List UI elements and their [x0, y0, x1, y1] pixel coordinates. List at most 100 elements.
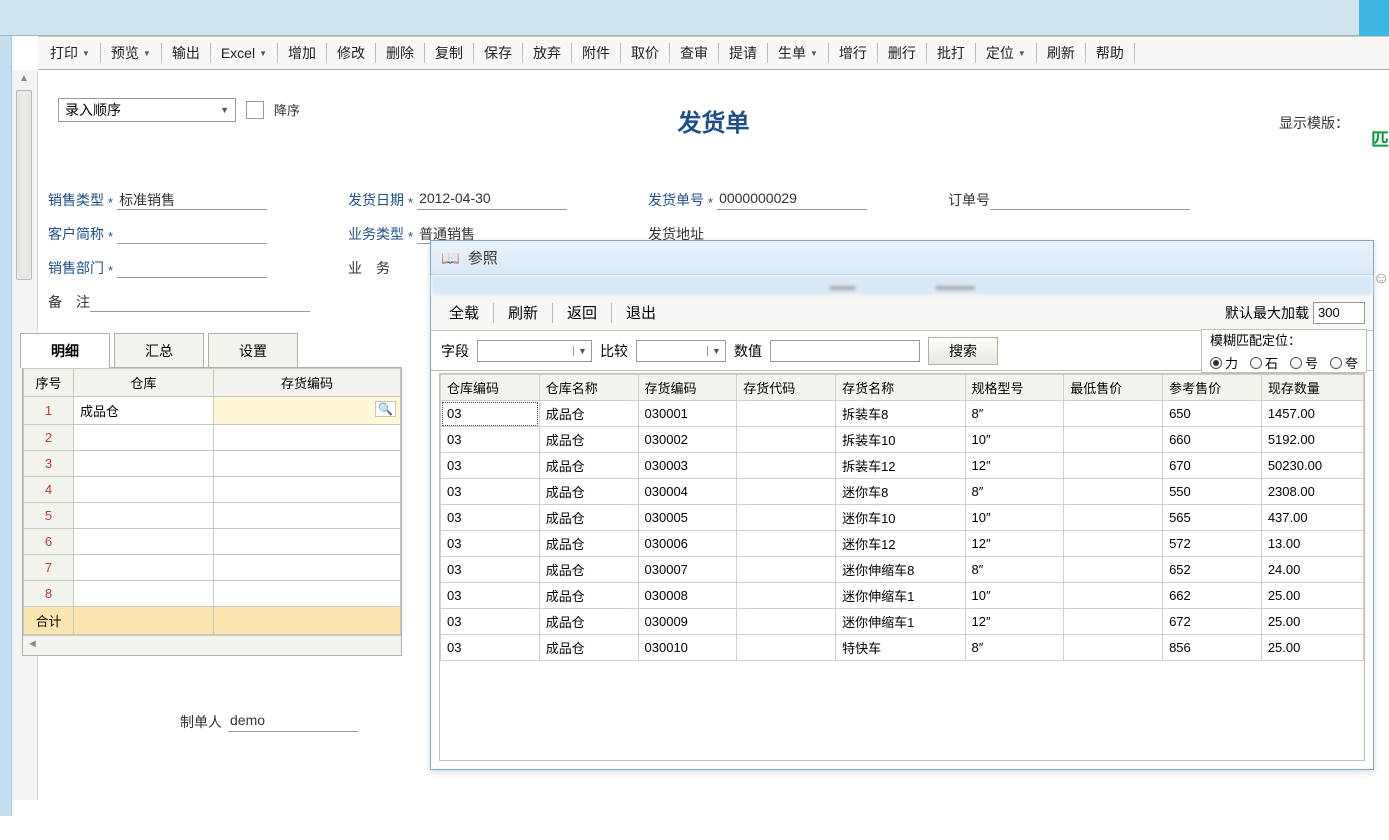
ref-cell[interactable]: 成品仓	[539, 453, 638, 479]
ref-cell[interactable]: 特快车	[836, 635, 965, 661]
ref-cell[interactable]: 572	[1163, 531, 1262, 557]
sale-dept-field[interactable]	[117, 258, 267, 278]
maker-field[interactable]: demo	[228, 712, 358, 732]
toolbar-生单[interactable]: 生单▼	[771, 38, 825, 68]
remark-field[interactable]	[90, 292, 310, 312]
ref-cell[interactable]: 550	[1163, 479, 1262, 505]
ref-cell[interactable]: 030002	[638, 427, 737, 453]
ref-cell[interactable]: 03	[441, 453, 540, 479]
match-radio-3[interactable]: 夸	[1330, 353, 1358, 372]
toolbar-刷新[interactable]: 刷新	[1040, 38, 1082, 68]
ref-cell[interactable]: 迷你车10	[836, 505, 965, 531]
ref-cell[interactable]: 迷你伸缩车1	[836, 583, 965, 609]
ref-cell[interactable]: 迷你伸缩车8	[836, 557, 965, 583]
ref-cell[interactable]	[737, 505, 836, 531]
ref-cell[interactable]: 030009	[638, 609, 737, 635]
ref-cell[interactable]	[737, 609, 836, 635]
match-radio-0[interactable]: 力	[1210, 353, 1238, 372]
ref-cell[interactable]: 030003	[638, 453, 737, 479]
match-radio-2[interactable]: 号	[1290, 353, 1318, 372]
cell-inventory-code[interactable]	[214, 503, 401, 529]
ref-cell[interactable]: 成品仓	[539, 505, 638, 531]
ref-cell[interactable]	[737, 557, 836, 583]
toolbar-放弃[interactable]: 放弃	[526, 38, 568, 68]
value-input[interactable]	[770, 340, 920, 362]
table-row[interactable]: 03成品仓030007迷你伸缩车88″65224.00	[441, 557, 1364, 583]
ref-cell[interactable]: 25.00	[1261, 583, 1363, 609]
ref-cell[interactable]: 8″	[965, 479, 1064, 505]
toolbar-批打[interactable]: 批打	[930, 38, 972, 68]
search-button[interactable]: 搜索	[928, 337, 998, 365]
toolbar-提请[interactable]: 提请	[722, 38, 764, 68]
toolbar-删除[interactable]: 删除	[379, 38, 421, 68]
row-number[interactable]: 7	[24, 555, 74, 581]
ref-cell[interactable]	[1064, 557, 1163, 583]
field-combo[interactable]: ▼	[477, 340, 592, 362]
row-number[interactable]: 6	[24, 529, 74, 555]
ref-cell[interactable]	[1064, 609, 1163, 635]
ref-cell[interactable]: 12″	[965, 531, 1064, 557]
toolbar-保存[interactable]: 保存	[477, 38, 519, 68]
toolbar-附件[interactable]: 附件	[575, 38, 617, 68]
cell-warehouse[interactable]	[74, 425, 214, 451]
cust-field[interactable]	[117, 224, 267, 244]
cell-warehouse[interactable]	[74, 581, 214, 607]
ref-col[interactable]: 仓库编码	[441, 375, 540, 401]
toolbar-预览[interactable]: 预览▼	[104, 38, 158, 68]
ref-cell[interactable]: 03	[441, 505, 540, 531]
ref-cell[interactable]: 5192.00	[1261, 427, 1363, 453]
ref-cell[interactable]	[737, 427, 836, 453]
ref-col[interactable]: 最低售价	[1064, 375, 1163, 401]
table-row[interactable]: 03成品仓030004迷你车88″5502308.00	[441, 479, 1364, 505]
toolbar-定位[interactable]: 定位▼	[979, 38, 1033, 68]
ref-cell[interactable]	[737, 583, 836, 609]
ref-cell[interactable]: 030006	[638, 531, 737, 557]
ref-cell[interactable]: 03	[441, 583, 540, 609]
toolbar-删行[interactable]: 删行	[881, 38, 923, 68]
ref-cell[interactable]	[1064, 505, 1163, 531]
ref-cell[interactable]: 12″	[965, 609, 1064, 635]
dialog-titlebar[interactable]: 📖 参照	[431, 241, 1373, 275]
ref-cell[interactable]: 1457.00	[1261, 401, 1363, 427]
row-number[interactable]: 8	[24, 581, 74, 607]
cell-inventory-code[interactable]	[214, 451, 401, 477]
ref-col[interactable]: 规格型号	[965, 375, 1064, 401]
ref-cell[interactable]: 03	[441, 401, 540, 427]
match-radio-1[interactable]: 石	[1250, 353, 1278, 372]
toolbar-复制[interactable]: 复制	[428, 38, 470, 68]
ref-cell[interactable]: 13.00	[1261, 531, 1363, 557]
ref-cell[interactable]: 030010	[638, 635, 737, 661]
exit-button[interactable]: 退出	[616, 298, 666, 327]
ref-cell[interactable]	[737, 479, 836, 505]
ref-cell[interactable]: 迷你车8	[836, 479, 965, 505]
table-row[interactable]: 03成品仓030006迷你车1212″57213.00	[441, 531, 1364, 557]
table-row[interactable]: 03成品仓030010特快车8″85625.00	[441, 635, 1364, 661]
ref-cell[interactable]: 030008	[638, 583, 737, 609]
ref-cell[interactable]	[1064, 479, 1163, 505]
sale-type-field[interactable]: 标准销售	[117, 190, 267, 210]
toolbar-修改[interactable]: 修改	[330, 38, 372, 68]
cell-inventory-code[interactable]	[214, 555, 401, 581]
ref-cell[interactable]	[1064, 427, 1163, 453]
table-row[interactable]: 03成品仓030008迷你伸缩车110″66225.00	[441, 583, 1364, 609]
ref-cell[interactable]: 8″	[965, 401, 1064, 427]
ref-cell[interactable]: 2308.00	[1261, 479, 1363, 505]
ref-cell[interactable]	[1064, 531, 1163, 557]
ref-cell[interactable]: 成品仓	[539, 479, 638, 505]
ref-cell[interactable]: 成品仓	[539, 531, 638, 557]
ref-cell[interactable]: 856	[1163, 635, 1262, 661]
ref-cell[interactable]: 拆装车10	[836, 427, 965, 453]
ship-no-field[interactable]: 0000000029	[717, 190, 867, 210]
toolbar-帮助[interactable]: 帮助	[1089, 38, 1131, 68]
ref-cell[interactable]: 030005	[638, 505, 737, 531]
ref-cell[interactable]	[737, 453, 836, 479]
ref-cell[interactable]: 03	[441, 479, 540, 505]
table-row[interactable]: 03成品仓030002拆装车1010″6605192.00	[441, 427, 1364, 453]
cell-warehouse[interactable]	[74, 529, 214, 555]
load-all-button[interactable]: 全载	[439, 298, 489, 327]
ref-cell[interactable]: 652	[1163, 557, 1262, 583]
ref-col[interactable]: 存货代码	[737, 375, 836, 401]
ref-cell[interactable]: 03	[441, 557, 540, 583]
ref-cell[interactable]: 25.00	[1261, 609, 1363, 635]
ref-cell[interactable]	[737, 531, 836, 557]
